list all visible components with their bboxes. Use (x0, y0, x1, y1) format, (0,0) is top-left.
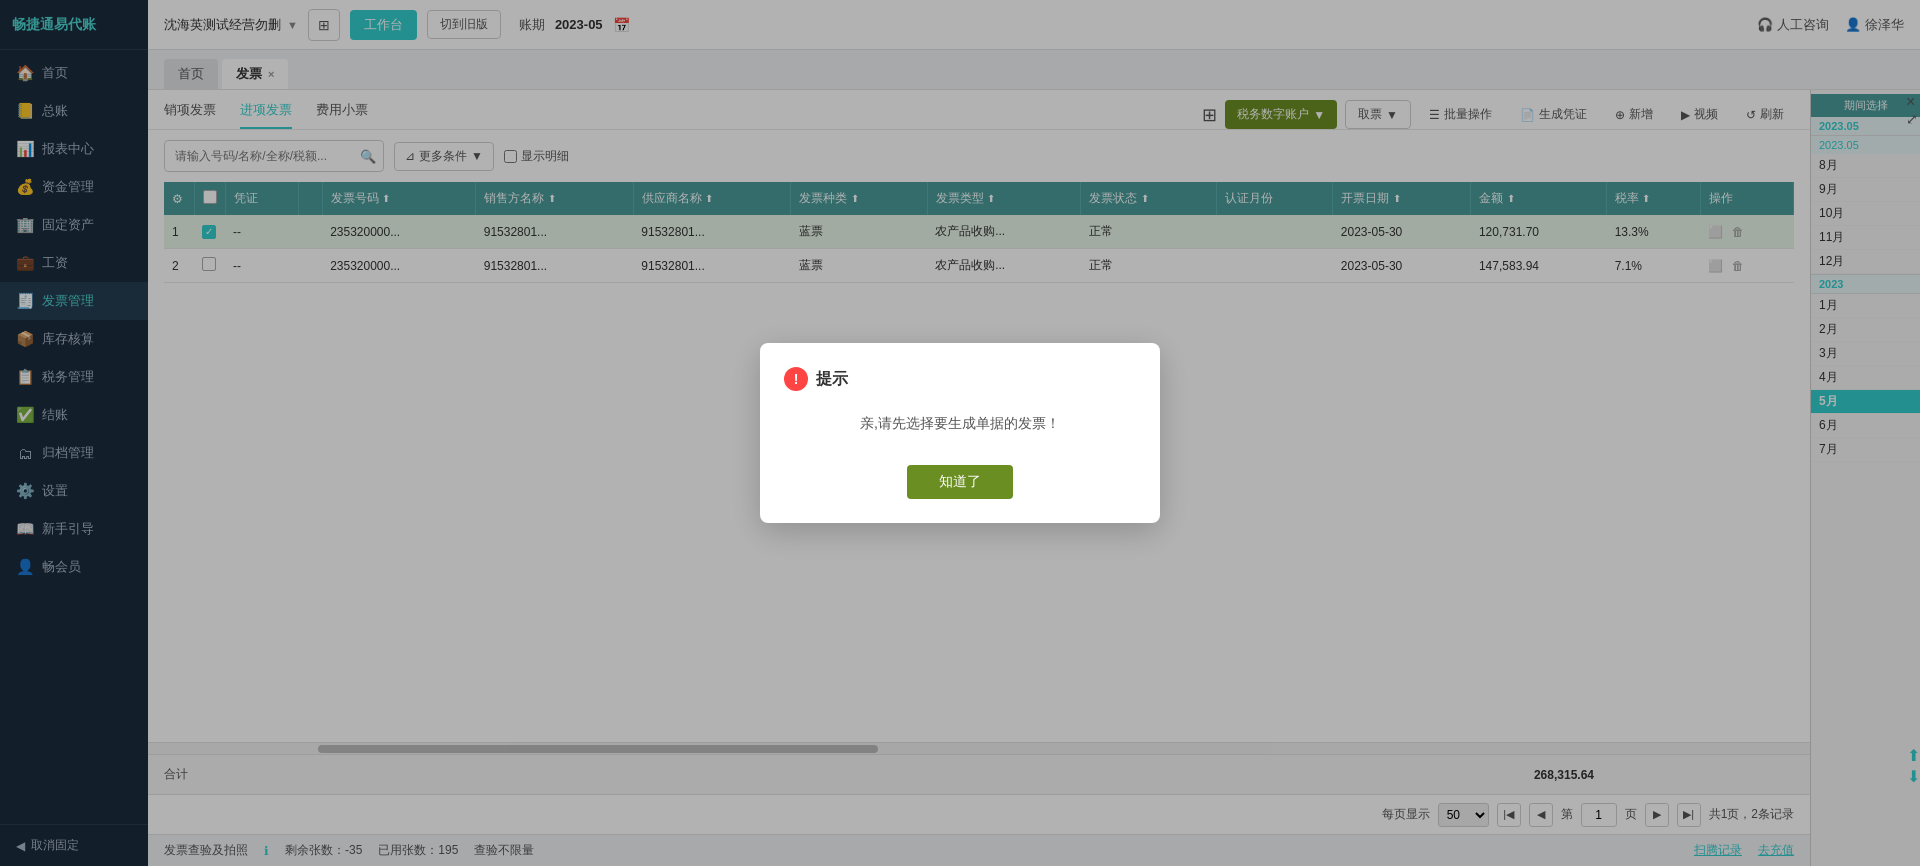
dialog-ok-button[interactable]: 知道了 (907, 465, 1013, 499)
dialog-message: 亲,请先选择要生成单据的发票！ (860, 415, 1060, 431)
dialog-overlay: ! 提示 亲,请先选择要生成单据的发票！ 知道了 (0, 0, 1920, 866)
dialog-footer: 知道了 (784, 465, 1136, 499)
dialog-warn-icon: ! (784, 367, 808, 391)
dialog: ! 提示 亲,请先选择要生成单据的发票！ 知道了 (760, 343, 1160, 523)
dialog-body: 亲,请先选择要生成单据的发票！ (784, 407, 1136, 441)
dialog-title-text: 提示 (816, 369, 848, 390)
dialog-title-row: ! 提示 (784, 367, 1136, 391)
